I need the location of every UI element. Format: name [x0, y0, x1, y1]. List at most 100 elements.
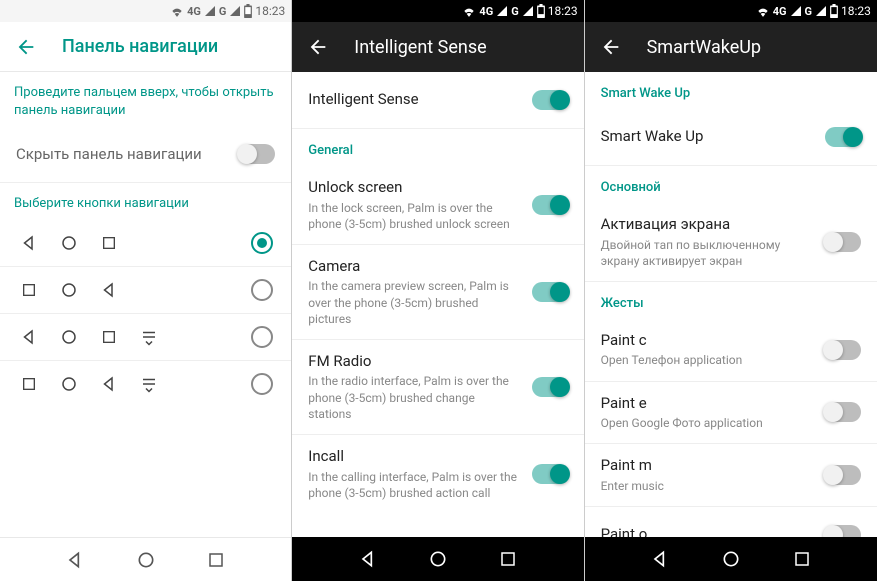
battery-icon — [537, 4, 545, 18]
home-icon — [58, 326, 80, 348]
content: Smart Wake Up Smart Wake Up Основной Акт… — [585, 72, 877, 537]
setting-desc: In the lock screen, Palm is over the pho… — [308, 200, 519, 232]
network-g: G — [511, 5, 519, 18]
back-button[interactable] — [306, 35, 330, 59]
nav-home-icon[interactable] — [427, 548, 449, 570]
section-general: General — [292, 129, 583, 166]
phone-intelligent-sense: 4G G 18:23 Intelligent Sense Intelligent… — [292, 0, 584, 581]
gesture-title: Paint m — [601, 456, 813, 476]
setting-title: Camera — [308, 257, 519, 277]
network-4g: 4G — [773, 5, 787, 18]
title-bar: SmartWakeUp — [585, 22, 877, 72]
gesture-desc: Open Google Фото application — [601, 415, 813, 431]
status-bar: 4G G 18:23 — [292, 0, 583, 22]
wifi-icon — [462, 5, 476, 17]
layout-radio[interactable] — [251, 373, 273, 395]
battery-icon — [830, 4, 838, 18]
gesture-toggle[interactable] — [825, 340, 861, 360]
master-toggle-row[interactable]: Smart Wake Up — [585, 109, 877, 165]
layout-radio[interactable] — [251, 232, 273, 254]
gesture-toggle[interactable] — [825, 465, 861, 485]
network-4g: 4G — [187, 5, 201, 18]
nav-back-icon[interactable] — [357, 548, 379, 570]
status-bar: 4G G 18:23 — [0, 0, 291, 22]
back-icon — [98, 279, 120, 301]
nav-recent-icon[interactable] — [791, 548, 813, 570]
gesture-row[interactable]: Paint o — [585, 507, 877, 537]
activation-toggle[interactable] — [825, 232, 861, 252]
recent-icon — [98, 326, 120, 348]
hide-nav-toggle[interactable] — [239, 144, 275, 164]
signal-icon — [204, 5, 216, 17]
setting-toggle[interactable] — [532, 377, 568, 397]
nav-layout-option[interactable] — [0, 220, 291, 266]
setting-desc: In the radio interface, Palm is over the… — [308, 373, 519, 422]
recent-icon — [18, 279, 40, 301]
setting-row[interactable]: CameraIn the camera preview screen, Palm… — [292, 245, 583, 339]
nav-home-icon[interactable] — [720, 548, 742, 570]
title-bar: Панель навигации — [0, 22, 291, 72]
signal-icon — [496, 5, 508, 17]
content: Проведите пальцем вверх, чтобы открыть п… — [0, 72, 291, 537]
activation-title: Активация экрана — [601, 215, 813, 235]
nav-back-icon[interactable] — [64, 549, 86, 571]
network-g: G — [805, 5, 813, 18]
back-button[interactable] — [14, 35, 38, 59]
master-label: Intelligent Sense — [308, 90, 519, 110]
master-toggle-row[interactable]: Intelligent Sense — [292, 72, 583, 128]
gesture-toggle[interactable] — [825, 402, 861, 422]
hide-nav-label: Скрыть панель навигации — [16, 145, 227, 165]
network-4g: 4G — [479, 5, 493, 18]
master-toggle[interactable] — [532, 90, 568, 110]
pull-icon — [138, 373, 160, 395]
setting-toggle[interactable] — [532, 464, 568, 484]
signal-icon-2 — [229, 5, 241, 17]
master-toggle[interactable] — [825, 127, 861, 147]
pull-icon — [138, 326, 160, 348]
phone-smart-wakeup: 4G G 18:23 SmartWakeUp Smart Wake Up Sma… — [585, 0, 877, 581]
nav-layout-option[interactable] — [0, 267, 291, 313]
master-label: Smart Wake Up — [601, 127, 813, 147]
back-button[interactable] — [599, 35, 623, 59]
setting-row[interactable]: IncallIn the calling interface, Palm is … — [292, 435, 583, 513]
gesture-toggle[interactable] — [825, 525, 861, 537]
page-title: SmartWakeUp — [647, 37, 761, 58]
nav-recent-icon[interactable] — [497, 548, 519, 570]
activation-row[interactable]: Активация экрана Двойной тап по выключен… — [585, 203, 877, 281]
status-time: 18:23 — [548, 4, 578, 18]
setting-desc: In the calling interface, Palm is over t… — [308, 469, 519, 501]
gesture-title: Paint e — [601, 394, 813, 414]
nav-back-icon[interactable] — [649, 548, 671, 570]
system-nav-bar — [292, 537, 583, 581]
gesture-row[interactable]: Paint eOpen Google Фото application — [585, 382, 877, 444]
setting-toggle[interactable] — [532, 282, 568, 302]
setting-title: Incall — [308, 447, 519, 467]
gesture-desc: Open Телефон application — [601, 352, 813, 368]
wifi-icon — [756, 5, 770, 17]
hide-nav-row[interactable]: Скрыть панель навигации — [0, 126, 291, 182]
setting-row[interactable]: FM RadioIn the radio interface, Palm is … — [292, 340, 583, 434]
gesture-title: Paint c — [601, 331, 813, 351]
home-icon — [58, 279, 80, 301]
nav-recent-icon[interactable] — [205, 549, 227, 571]
layout-radio[interactable] — [251, 326, 273, 348]
setting-title: Unlock screen — [308, 178, 519, 198]
gesture-desc: Enter music — [601, 478, 813, 494]
layout-radio[interactable] — [251, 279, 273, 301]
nav-layout-option[interactable] — [0, 314, 291, 360]
setting-row[interactable]: Unlock screenIn the lock screen, Palm is… — [292, 166, 583, 244]
back-icon — [18, 326, 40, 348]
signal-icon-2 — [815, 5, 827, 17]
gesture-row[interactable]: Paint cOpen Телефон application — [585, 319, 877, 381]
gesture-row[interactable]: Paint m Enter music — [585, 444, 877, 506]
status-time: 18:23 — [841, 4, 871, 18]
home-icon — [58, 373, 80, 395]
section-smartwakeup: Smart Wake Up — [585, 72, 877, 109]
setting-title: FM Radio — [308, 352, 519, 372]
nav-home-icon[interactable] — [135, 549, 157, 571]
status-bar: 4G G 18:23 — [585, 0, 877, 22]
setting-toggle[interactable] — [532, 195, 568, 215]
status-time: 18:23 — [255, 4, 285, 18]
recent-icon — [98, 232, 120, 254]
nav-layout-option[interactable] — [0, 361, 291, 407]
